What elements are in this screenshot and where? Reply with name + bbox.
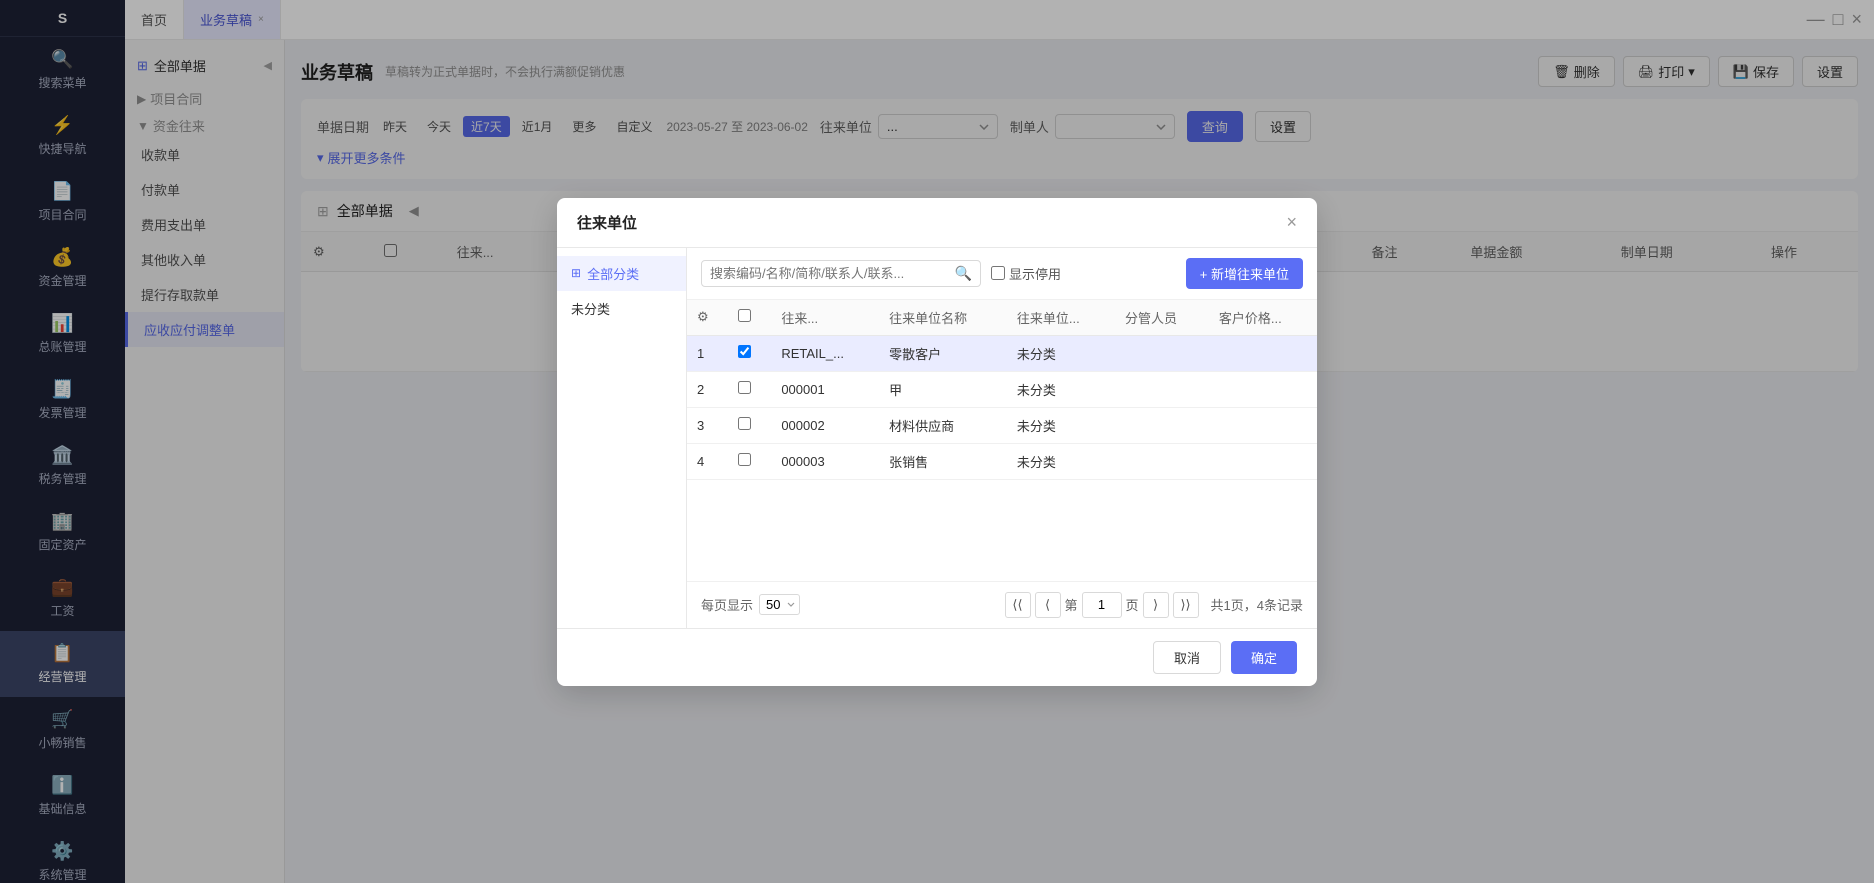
row-price-level [1209, 443, 1317, 479]
search-icon[interactable]: 🔍 [955, 265, 972, 282]
row-name: 材料供应商 [879, 407, 1007, 443]
modal-col-category[interactable]: 往来单位... [1007, 300, 1115, 336]
unit-select-modal: 往来单位 × ⊞ 全部分类 未分类 🔍 [557, 198, 1317, 686]
modal-main: 🔍 显示停用 + 新增往来单位 ⚙ [687, 248, 1317, 628]
modal-col-settings[interactable]: ⚙ [687, 300, 728, 336]
row-manager [1115, 407, 1209, 443]
modal-header: 往来单位 × [557, 198, 1317, 248]
modal-table-row[interactable]: 4 000003 张销售 未分类 [687, 443, 1317, 479]
row-name: 甲 [879, 371, 1007, 407]
row-manager [1115, 371, 1209, 407]
row-code: 000001 [771, 371, 879, 407]
row-checkbox[interactable] [728, 371, 771, 407]
row-checkbox[interactable] [728, 335, 771, 371]
modal-sidebar: ⊞ 全部分类 未分类 [557, 248, 687, 628]
page-size-select[interactable]: 50 [759, 594, 800, 615]
modal-table-row[interactable]: 1 RETAIL_... 零散客户 未分类 [687, 335, 1317, 371]
row-code: RETAIL_... [771, 335, 879, 371]
row-check[interactable] [738, 381, 751, 394]
row-manager [1115, 443, 1209, 479]
modal-col-checkbox[interactable] [728, 300, 771, 336]
show-disabled-label[interactable]: 显示停用 [991, 264, 1061, 283]
row-category: 未分类 [1007, 443, 1115, 479]
page-info: 共1页，4条记录 [1211, 595, 1303, 614]
modal-overlay: 往来单位 × ⊞ 全部分类 未分类 🔍 [0, 0, 1874, 883]
grid-category-icon: ⊞ [571, 266, 581, 280]
row-check[interactable] [738, 345, 751, 358]
modal-close-icon[interactable]: × [1286, 212, 1297, 233]
show-disabled-checkbox[interactable] [991, 266, 1005, 280]
search-input[interactable] [710, 266, 949, 281]
row-check[interactable] [738, 453, 751, 466]
row-code: 000002 [771, 407, 879, 443]
modal-sidebar-uncategorized[interactable]: 未分类 [557, 291, 686, 326]
row-index: 1 [687, 335, 728, 371]
page-word-first: 第 [1065, 595, 1078, 614]
modal-table-header: ⚙ 往来... 往来单位名称 往来单位... 分管人员 客户价格... [687, 300, 1317, 336]
modal-table: ⚙ 往来... 往来单位名称 往来单位... 分管人员 客户价格... 1 [687, 300, 1317, 480]
modal-select-all[interactable] [738, 309, 751, 322]
row-category: 未分类 [1007, 407, 1115, 443]
page-last-button[interactable]: ⟩⟩ [1173, 592, 1199, 618]
row-index: 3 [687, 407, 728, 443]
page-word-page: 页 [1126, 595, 1139, 614]
page-first-button[interactable]: ⟨⟨ [1005, 592, 1031, 618]
row-manager [1115, 335, 1209, 371]
modal-col-manager[interactable]: 分管人员 [1115, 300, 1209, 336]
modal-title: 往来单位 [577, 212, 637, 233]
row-price-level [1209, 335, 1317, 371]
row-index: 4 [687, 443, 728, 479]
page-nav: ⟨⟨ ⟨ 第 页 ⟩ ⟩⟩ 共1页，4条记录 [1005, 592, 1304, 618]
modal-col-name[interactable]: 往来单位名称 [879, 300, 1007, 336]
row-name: 张销售 [879, 443, 1007, 479]
page-next-button[interactable]: ⟩ [1143, 592, 1169, 618]
page-size-label: 每页显示 [701, 595, 753, 614]
modal-table-row[interactable]: 2 000001 甲 未分类 [687, 371, 1317, 407]
modal-sidebar-all-category[interactable]: ⊞ 全部分类 [557, 256, 686, 291]
modal-table-wrap: ⚙ 往来... 往来单位名称 往来单位... 分管人员 客户价格... 1 [687, 300, 1317, 581]
row-category: 未分类 [1007, 335, 1115, 371]
row-check[interactable] [738, 417, 751, 430]
modal-col-price[interactable]: 客户价格... [1209, 300, 1317, 336]
row-price-level [1209, 371, 1317, 407]
pagination: 每页显示 50 ⟨⟨ ⟨ 第 页 ⟩ ⟩⟩ 共1页，4条记录 [687, 581, 1317, 628]
row-index: 2 [687, 371, 728, 407]
modal-footer: 取消 确定 [557, 628, 1317, 686]
modal-table-row[interactable]: 3 000002 材料供应商 未分类 [687, 407, 1317, 443]
new-unit-button[interactable]: + 新增往来单位 [1186, 258, 1303, 289]
modal-toolbar: 🔍 显示停用 + 新增往来单位 [687, 248, 1317, 300]
search-box[interactable]: 🔍 [701, 260, 981, 287]
page-input[interactable] [1082, 592, 1122, 618]
row-code: 000003 [771, 443, 879, 479]
row-price-level [1209, 407, 1317, 443]
modal-body: ⊞ 全部分类 未分类 🔍 显示停用 [557, 248, 1317, 628]
row-checkbox[interactable] [728, 407, 771, 443]
row-name: 零散客户 [879, 335, 1007, 371]
row-category: 未分类 [1007, 371, 1115, 407]
cancel-button[interactable]: 取消 [1153, 641, 1221, 674]
confirm-button[interactable]: 确定 [1231, 641, 1297, 674]
row-checkbox[interactable] [728, 443, 771, 479]
modal-col-code[interactable]: 往来... [771, 300, 879, 336]
page-prev-button[interactable]: ⟨ [1035, 592, 1061, 618]
